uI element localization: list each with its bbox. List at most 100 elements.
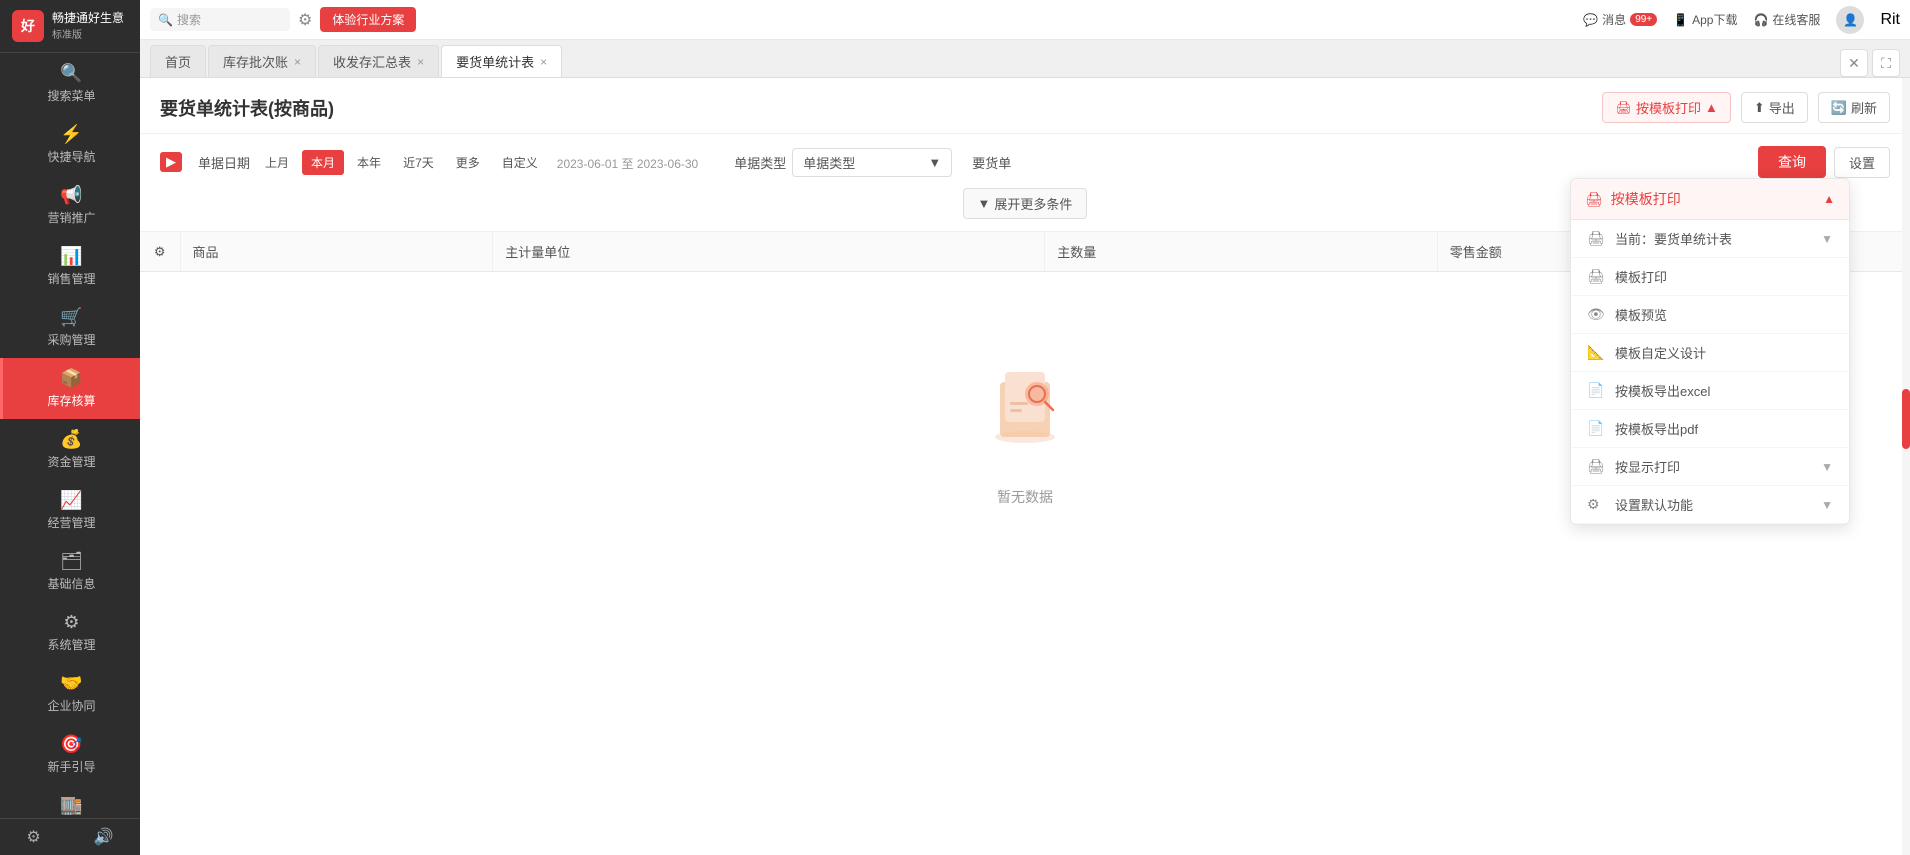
tab-inventory-batch-close[interactable]: × <box>294 55 301 69</box>
sidebar-bottom: ⚙ 🔊 <box>0 818 140 855</box>
sidebar-item-operations[interactable]: 📈 经营管理 <box>0 480 140 541</box>
dropdown-export-pdf[interactable]: 📄 按模板导出pdf <box>1571 410 1849 448</box>
print-btn[interactable]: 🖨 按模板打印 ▲ <box>1602 92 1730 123</box>
sales-icon: 📊 <box>60 246 82 267</box>
tab-order-stats-close[interactable]: × <box>540 55 547 69</box>
sidebar-item-search[interactable]: 🔍 搜索菜单 <box>0 53 140 114</box>
scroll-thumb[interactable] <box>1902 389 1910 449</box>
avatar[interactable]: 👤 <box>1836 6 1864 34</box>
sidebar-item-label: 搜索菜单 <box>47 87 95 104</box>
page-content: 要货单统计表(按商品) 🖨 按模板打印 ▲ ⬆ 导出 🔄 刷新 <box>140 78 1910 855</box>
filter-expand-icon[interactable]: ▶ <box>160 152 182 172</box>
sidebar-item-appstore[interactable]: 🏬 应用中心 <box>0 785 140 818</box>
col-settings[interactable]: ⚙ <box>140 232 180 272</box>
date-btn-cur[interactable]: 本月 <box>302 150 344 175</box>
date-btn-custom[interactable]: 自定义 <box>493 150 547 175</box>
app-download-label: App下载 <box>1692 11 1737 28</box>
purchase-icon: 🛒 <box>60 307 82 328</box>
sidebar-item-quick-nav[interactable]: ⚡ 快捷导航 <box>0 114 140 175</box>
search-placeholder: 搜索 <box>177 11 201 28</box>
expand-more-btn[interactable]: ▼ 展开更多条件 <box>963 188 1088 219</box>
scroll-track <box>1902 78 1910 855</box>
dropdown-template-print[interactable]: 🖨 模板打印 <box>1571 258 1849 296</box>
template-print-label: 模板打印 <box>1615 267 1667 286</box>
topbar: 🔍 搜索 ⚙ 体验行业方案 💬 消息 99+ 📱 App下载 🎧 在线客服 👤 … <box>140 0 1910 40</box>
messages-label: 消息 <box>1602 11 1626 28</box>
filter-settings-btn[interactable]: 设置 <box>1834 147 1890 178</box>
current-template-icon: 🖨 <box>1587 230 1605 247</box>
sidebar-item-marketing[interactable]: 📢 营销推广 <box>0 175 140 236</box>
export-btn[interactable]: ⬆ 导出 <box>1741 92 1808 123</box>
dropdown-title: 按模板打印 <box>1611 189 1681 209</box>
display-print-chevron: ▼ <box>1821 460 1833 474</box>
quick-nav-icon: ⚡ <box>60 124 82 145</box>
sidebar-item-purchase[interactable]: 🛒 采购管理 <box>0 297 140 358</box>
export-pdf-icon: 📄 <box>1587 420 1605 437</box>
tab-receipt-summary[interactable]: 收发存汇总表 × <box>318 45 439 77</box>
online-service-item[interactable]: 🎧 在线客服 <box>1753 11 1820 28</box>
filter-yh-item: 要货单 <box>968 153 1011 172</box>
date-label: 单据日期 <box>198 153 250 172</box>
filter-right: 查询 设置 <box>1758 146 1890 178</box>
sidebar-item-inventory[interactable]: 📦 库存核算 <box>0 358 140 419</box>
refresh-icon: 🔄 <box>1831 100 1847 116</box>
dropdown-export-excel[interactable]: 📄 按模板导出excel <box>1571 372 1849 410</box>
query-btn[interactable]: 查询 <box>1758 146 1826 178</box>
expand-down-icon: ▼ <box>978 196 991 211</box>
page-title: 要货单统计表(按商品) <box>160 95 334 121</box>
page-header-actions: 🖨 按模板打印 ▲ ⬆ 导出 🔄 刷新 <box>1602 92 1890 123</box>
dropdown-default-func[interactable]: ⚙ 设置默认功能 ▼ <box>1571 486 1849 524</box>
operations-icon: 📈 <box>60 490 82 511</box>
sidebar-scroll: 🔍 搜索菜单 ⚡ 快捷导航 📢 营销推广 📊 销售管理 🛒 采购管理 📦 库存核… <box>0 53 140 818</box>
industry-btn[interactable]: 体验行业方案 <box>320 7 416 32</box>
tab-inventory-batch[interactable]: 库存批次账 × <box>208 45 316 77</box>
headset-icon: 🎧 <box>1753 13 1768 27</box>
refresh-label: 刷新 <box>1851 98 1877 117</box>
dropdown-current-item[interactable]: 🖨 当前：要货单统计表 ▼ <box>1571 220 1849 258</box>
default-func-icon: ⚙ <box>1587 496 1605 513</box>
sidebar-logo: 好 畅捷通好生意 标准版 <box>0 0 140 53</box>
date-btn-7days[interactable]: 近7天 <box>394 150 443 175</box>
refresh-btn[interactable]: 🔄 刷新 <box>1818 92 1890 123</box>
export-icon: ⬆ <box>1754 100 1765 116</box>
tab-home[interactable]: 首页 <box>150 45 206 77</box>
export-excel-icon: 📄 <box>1587 382 1605 399</box>
username: Rit <box>1880 11 1900 29</box>
tab-receipt-summary-close[interactable]: × <box>417 55 424 69</box>
date-btn-year[interactable]: 本年 <box>348 150 390 175</box>
dropdown-header[interactable]: 🖨 按模板打印 ▲ <box>1571 179 1849 220</box>
dropdown-display-print[interactable]: 🖨 按显示打印 ▼ <box>1571 448 1849 486</box>
type-select[interactable]: 单据类型 ▼ <box>792 148 952 177</box>
sidebar-item-basic[interactable]: 🗂 基础信息 <box>0 541 140 602</box>
sidebar-item-label: 基础信息 <box>47 575 95 592</box>
sidebar-item-collab[interactable]: 🤝 企业协同 <box>0 663 140 724</box>
tab-close-all-btn[interactable]: ✕ <box>1840 49 1868 77</box>
sidebar: 好 畅捷通好生意 标准版 🔍 搜索菜单 ⚡ 快捷导航 📢 营销推广 📊 销售管理… <box>0 0 140 855</box>
dropdown-template-preview[interactable]: 👁 模板预览 <box>1571 296 1849 334</box>
sidebar-item-sales[interactable]: 📊 销售管理 <box>0 236 140 297</box>
template-print-icon: 🖨 <box>1587 268 1605 285</box>
export-pdf-label: 按模板导出pdf <box>1615 419 1698 438</box>
app-download-item[interactable]: 📱 App下载 <box>1673 11 1737 28</box>
messages-item[interactable]: 💬 消息 99+ <box>1583 11 1657 28</box>
col-quantity: 主数量 <box>1045 232 1438 272</box>
topbar-search[interactable]: 🔍 搜索 <box>150 8 290 31</box>
topbar-gear-icon[interactable]: ⚙ <box>298 10 312 30</box>
date-btns: 上月 本月 本年 近7天 更多 自定义 <box>256 150 547 175</box>
sidebar-item-system[interactable]: ⚙ 系统管理 <box>0 602 140 663</box>
sidebar-item-label: 新手引导 <box>47 758 95 775</box>
sound-icon[interactable]: 🔊 <box>94 827 114 847</box>
sidebar-item-label: 资金管理 <box>47 453 95 470</box>
template-preview-icon: 👁 <box>1587 306 1605 323</box>
sidebar-item-finance[interactable]: 💰 资金管理 <box>0 419 140 480</box>
dropdown-template-design[interactable]: 📐 模板自定义设计 <box>1571 334 1849 372</box>
tab-expand-btn[interactable]: ⛶ <box>1872 49 1900 77</box>
sidebar-item-newbie[interactable]: 🎯 新手引导 <box>0 724 140 785</box>
sidebar-item-label: 系统管理 <box>47 636 95 653</box>
date-btn-more[interactable]: 更多 <box>447 150 489 175</box>
date-btn-prev[interactable]: 上月 <box>256 150 298 175</box>
topbar-right: 💬 消息 99+ 📱 App下载 🎧 在线客服 👤 Rit <box>1583 6 1900 34</box>
settings-bottom-icon[interactable]: ⚙ <box>26 827 40 847</box>
tab-order-stats[interactable]: 要货单统计表 × <box>441 45 562 77</box>
date-range: 2023-06-01 至 2023-06-30 <box>557 155 698 172</box>
